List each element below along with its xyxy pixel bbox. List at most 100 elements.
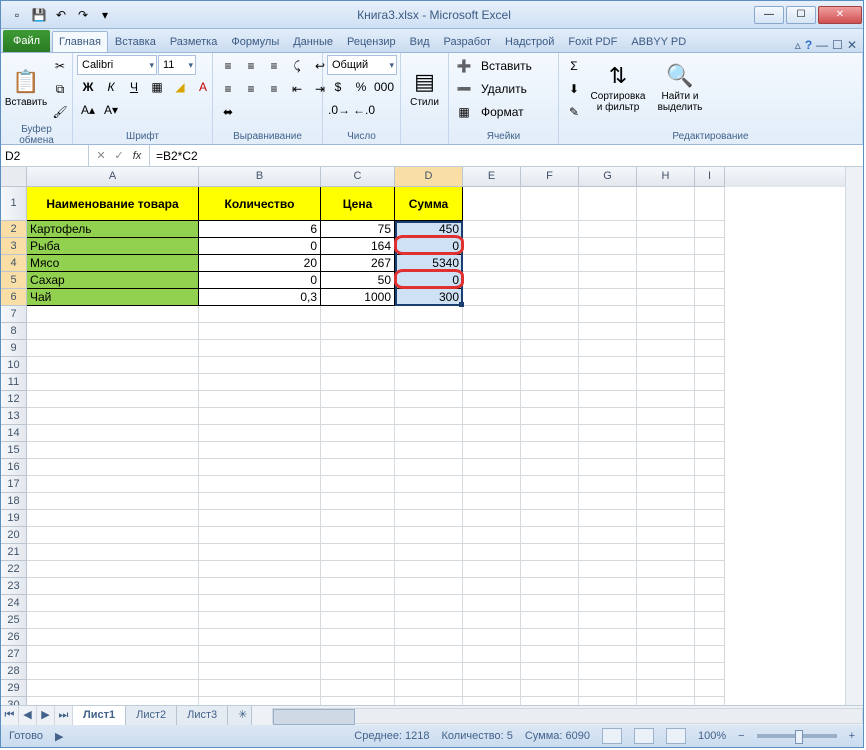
cell[interactable]: [463, 374, 521, 391]
row-20[interactable]: 20: [1, 527, 27, 544]
cell[interactable]: [463, 680, 521, 697]
cell[interactable]: [27, 306, 199, 323]
cell[interactable]: [199, 340, 321, 357]
cell[interactable]: [395, 697, 463, 705]
align-center-icon[interactable]: ≡: [240, 78, 262, 100]
cell[interactable]: [321, 510, 395, 527]
col-A[interactable]: A: [27, 167, 199, 187]
cell[interactable]: [395, 612, 463, 629]
cell[interactable]: [321, 408, 395, 425]
cell[interactable]: [395, 629, 463, 646]
row-19[interactable]: 19: [1, 510, 27, 527]
cell[interactable]: [579, 340, 637, 357]
row-25[interactable]: 25: [1, 612, 27, 629]
cell[interactable]: [395, 680, 463, 697]
cell[interactable]: [321, 476, 395, 493]
cell[interactable]: [695, 442, 725, 459]
shrink-font-icon[interactable]: A▾: [100, 99, 122, 121]
row-10[interactable]: 10: [1, 357, 27, 374]
cell[interactable]: [579, 238, 637, 255]
sheet-tab-3[interactable]: Лист3: [177, 706, 228, 725]
number-format-combo[interactable]: Общий: [327, 55, 397, 75]
cell[interactable]: [579, 187, 637, 221]
cell[interactable]: [463, 323, 521, 340]
tab-abbyy[interactable]: ABBYY PD: [624, 31, 693, 52]
row-3[interactable]: 3: [1, 238, 27, 255]
cell[interactable]: [521, 646, 579, 663]
cell[interactable]: [199, 323, 321, 340]
cell[interactable]: [579, 629, 637, 646]
cell[interactable]: [637, 306, 695, 323]
cell[interactable]: [695, 646, 725, 663]
zoom-slider[interactable]: [757, 734, 837, 738]
sheet-nav-first[interactable]: ⏮: [1, 706, 19, 725]
cell[interactable]: [395, 357, 463, 374]
indent-dec-icon[interactable]: ⇤: [286, 78, 308, 100]
cell[interactable]: [695, 323, 725, 340]
cell[interactable]: [695, 272, 725, 289]
font-name-combo[interactable]: Calibri: [77, 55, 157, 75]
cell[interactable]: [27, 663, 199, 680]
cell[interactable]: [463, 646, 521, 663]
cell[interactable]: [579, 663, 637, 680]
col-D[interactable]: D: [395, 167, 463, 187]
fx-icon[interactable]: fx: [129, 150, 145, 162]
italic-button[interactable]: К: [100, 76, 122, 98]
cell[interactable]: [695, 663, 725, 680]
cell[interactable]: [579, 221, 637, 238]
col-G[interactable]: G: [579, 167, 637, 187]
cell[interactable]: [579, 510, 637, 527]
header-sum[interactable]: Сумма: [395, 187, 463, 221]
row-26[interactable]: 26: [1, 629, 27, 646]
cell[interactable]: [27, 459, 199, 476]
cell[interactable]: [521, 561, 579, 578]
cell[interactable]: [321, 459, 395, 476]
currency-icon[interactable]: $: [327, 76, 349, 98]
cell[interactable]: [199, 680, 321, 697]
cell[interactable]: [27, 442, 199, 459]
cell[interactable]: [579, 476, 637, 493]
cell[interactable]: [463, 221, 521, 238]
cell[interactable]: [695, 425, 725, 442]
tab-developer[interactable]: Разработ: [437, 31, 498, 52]
cell[interactable]: [579, 612, 637, 629]
cell[interactable]: [27, 408, 199, 425]
cell[interactable]: [463, 187, 521, 221]
cell[interactable]: [463, 612, 521, 629]
cell[interactable]: [695, 340, 725, 357]
cell[interactable]: [463, 476, 521, 493]
cell[interactable]: [695, 544, 725, 561]
cell[interactable]: [637, 408, 695, 425]
cell[interactable]: [199, 697, 321, 705]
cell[interactable]: [521, 289, 579, 306]
align-right-icon[interactable]: ≡: [263, 78, 285, 100]
cell-name-1[interactable]: Рыба: [27, 238, 199, 255]
cell[interactable]: [695, 391, 725, 408]
save-icon[interactable]: 💾: [29, 5, 49, 25]
cell[interactable]: [637, 221, 695, 238]
cell[interactable]: [199, 527, 321, 544]
grow-font-icon[interactable]: A▴: [77, 99, 99, 121]
cell[interactable]: [463, 238, 521, 255]
cell[interactable]: [637, 527, 695, 544]
format-cells-button[interactable]: Формат: [476, 101, 529, 123]
cell[interactable]: [395, 663, 463, 680]
cell[interactable]: [321, 629, 395, 646]
cell[interactable]: [521, 306, 579, 323]
close-button[interactable]: ✕: [818, 6, 862, 24]
cell[interactable]: [199, 544, 321, 561]
cell[interactable]: [321, 663, 395, 680]
ribbon-minimize-icon[interactable]: ▵: [795, 38, 801, 52]
cell[interactable]: [321, 646, 395, 663]
cell[interactable]: [27, 425, 199, 442]
tab-foxit[interactable]: Foxit PDF: [561, 31, 624, 52]
cell[interactable]: [695, 255, 725, 272]
paste-button[interactable]: 📋Вставить: [5, 55, 47, 121]
cell[interactable]: [395, 544, 463, 561]
sheet-nav-next[interactable]: ▶: [37, 706, 55, 725]
qat-dropdown-icon[interactable]: ▾: [95, 5, 115, 25]
align-top-icon[interactable]: ≡: [217, 55, 239, 77]
cell[interactable]: [321, 595, 395, 612]
align-left-icon[interactable]: ≡: [217, 78, 239, 100]
cell[interactable]: [199, 442, 321, 459]
